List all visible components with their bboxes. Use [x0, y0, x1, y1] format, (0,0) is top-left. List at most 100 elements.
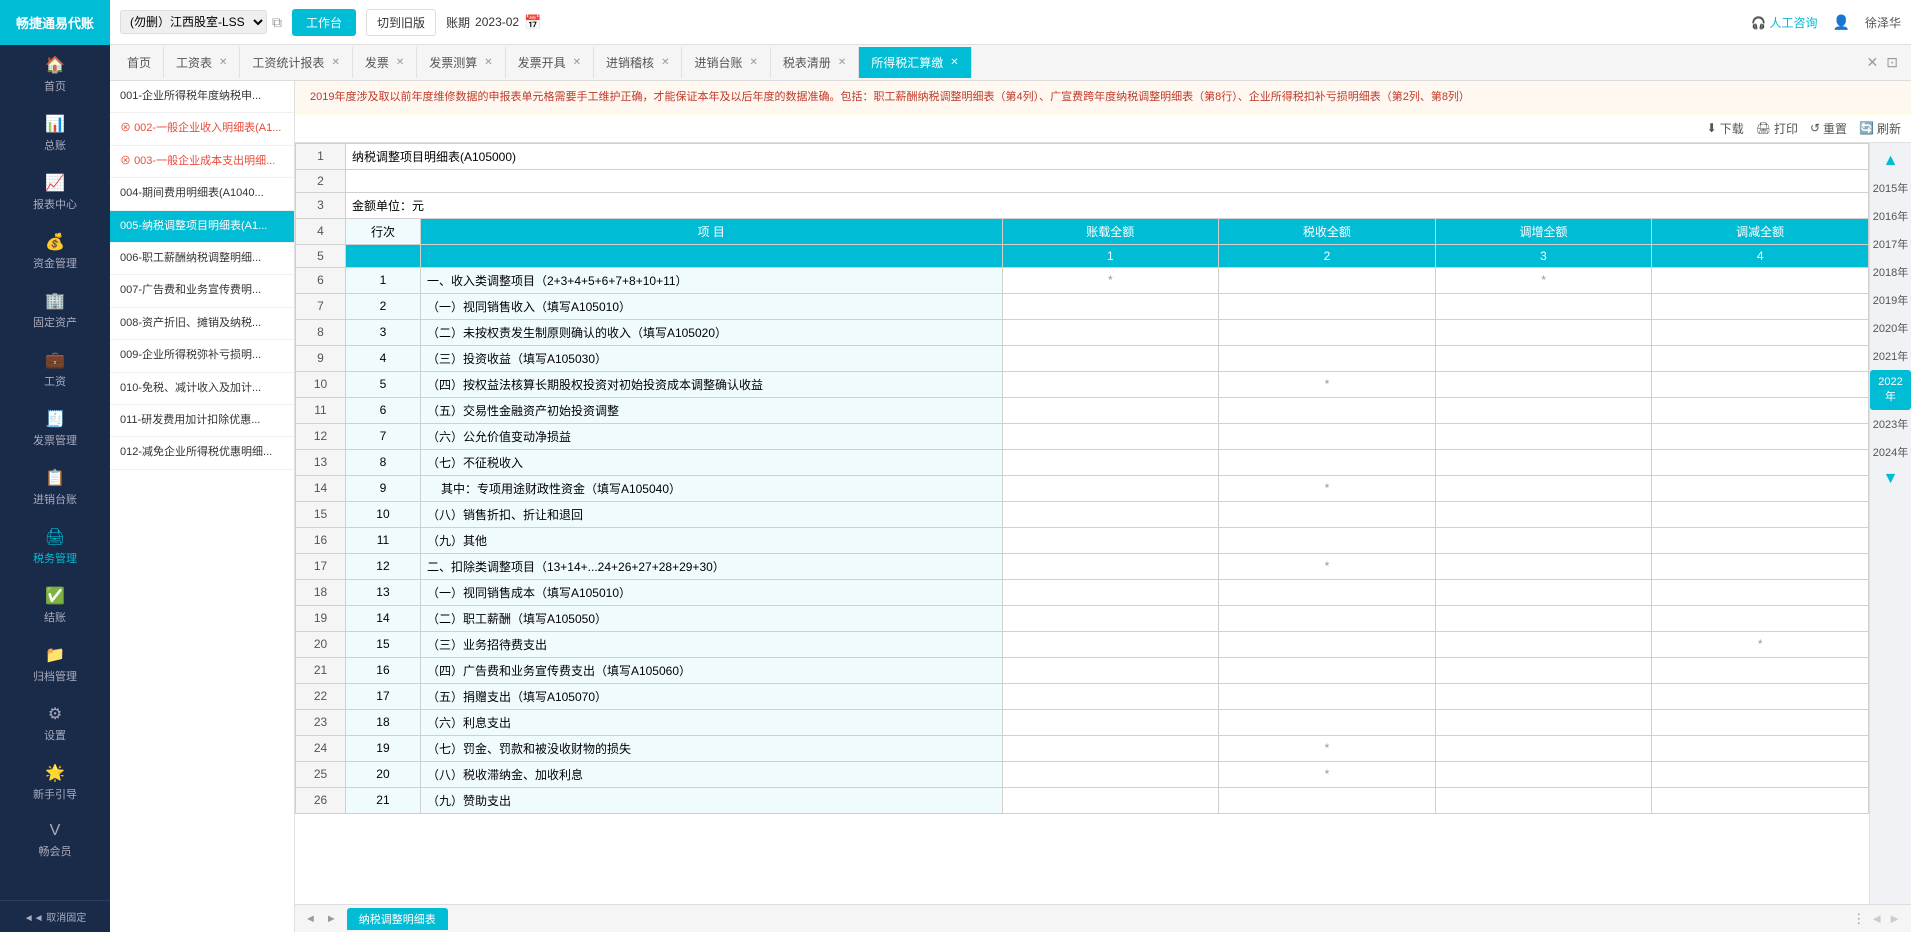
tab-tax-table[interactable]: 税表清册 ✕	[771, 47, 859, 78]
subheader-rownum: 5	[296, 244, 346, 267]
sidebar-label-settings: 设置	[44, 727, 66, 743]
expand-tabs[interactable]: ⊡	[1886, 54, 1898, 71]
salary-icon: 💼	[45, 350, 65, 370]
close-tab-invoice-open[interactable]: ✕	[573, 57, 581, 68]
close-tab-check[interactable]: ✕	[661, 57, 669, 68]
sidebar-item-assets[interactable]: 🏢 固定资产	[0, 281, 110, 340]
left-item-001[interactable]: 001-企业所得税年度纳税申...	[110, 81, 294, 113]
close-tab-income-tax[interactable]: ✕	[950, 57, 958, 68]
print-button[interactable]: 🖨 打印	[1756, 120, 1798, 137]
sidebar-item-reports[interactable]: 📈 报表中心	[0, 163, 110, 222]
close-tab-invoice-calc[interactable]: ✕	[484, 57, 492, 68]
year-2015[interactable]: 2015年	[1871, 174, 1910, 202]
year-down-button[interactable]: ▼	[1879, 466, 1903, 492]
tab-invoice-open[interactable]: 发票开具 ✕	[506, 47, 594, 78]
sidebar-item-salary[interactable]: 💼 工资	[0, 340, 110, 399]
sidebar-item-home[interactable]: 🏠 首页	[0, 45, 110, 104]
table-row: 18 13 （一）视同销售成本（填写A105010）	[296, 579, 1869, 605]
topbar: (勿删）江西股室-LSS ⧉ 工作台 切到旧版 账期 2023-02 📅 🎧 人…	[110, 0, 1911, 45]
close-tab-salary[interactable]: ✕	[219, 57, 227, 68]
sidebar-item-invoice[interactable]: 🧾 发票管理	[0, 399, 110, 458]
sidebar-item-settings[interactable]: ⚙ 设置	[0, 694, 110, 753]
left-item-007[interactable]: 007-广告费和业务宣传费明...	[110, 275, 294, 307]
year-2024[interactable]: 2024年	[1871, 438, 1910, 466]
app-logo: 畅捷通易代账	[0, 0, 110, 45]
sheet-scroll-left[interactable]: ⋮	[1852, 911, 1865, 927]
sidebar-label-invoice: 发票管理	[33, 432, 77, 448]
sheet-tab[interactable]: 纳税调整明细表	[347, 908, 448, 930]
year-2016[interactable]: 2016年	[1871, 202, 1910, 230]
refresh-button[interactable]: 🔄 刷新	[1859, 120, 1901, 137]
archive-icon: 📁	[45, 645, 65, 665]
tab-salary-report[interactable]: 工资统计报表 ✕	[240, 47, 352, 78]
tab-home[interactable]: 首页	[115, 47, 164, 78]
old-version-button[interactable]: 切到旧版	[366, 9, 436, 36]
settings-icon: ⚙	[48, 704, 62, 724]
close-tab-salary-report[interactable]: ✕	[331, 57, 339, 68]
left-item-010[interactable]: 010-免税、减计收入及加计...	[110, 373, 294, 405]
left-item-005[interactable]: 005-纳税调整项目明细表(A1...	[110, 211, 294, 243]
sidebar-item-tax[interactable]: 🖨 税务管理	[0, 517, 110, 576]
tab-income-tax[interactable]: 所得税汇算缴 ✕	[859, 47, 971, 78]
tab-check[interactable]: 进销稽核 ✕	[594, 47, 682, 78]
sidebar-item-purchase[interactable]: 📋 进销台账	[0, 458, 110, 517]
sidebar-item-close[interactable]: ✅ 结账	[0, 576, 110, 635]
workbench-button[interactable]: 工作台	[292, 9, 356, 36]
year-2023[interactable]: 2023年	[1871, 410, 1910, 438]
calendar-icon[interactable]: 📅	[524, 14, 541, 31]
sidebar-item-archive[interactable]: 📁 归档管理	[0, 635, 110, 694]
sheet-nav-prev[interactable]: ◄	[305, 913, 316, 925]
sheet-nav-next[interactable]: ►	[326, 913, 337, 925]
sidebar-item-finance[interactable]: 💰 资金管理	[0, 222, 110, 281]
sheet-scroll-right[interactable]: ►	[1888, 911, 1901, 926]
download-icon: ⬇	[1707, 121, 1717, 135]
tab-invoice[interactable]: 发票 ✕	[353, 47, 417, 78]
year-2019[interactable]: 2019年	[1871, 286, 1910, 314]
close-icon: ✅	[45, 586, 65, 606]
left-item-008[interactable]: 008-资产折旧、摊销及纳税...	[110, 308, 294, 340]
year-2021[interactable]: 2021年	[1871, 342, 1910, 370]
left-item-006[interactable]: 006-职工薪酬纳税调整明细...	[110, 243, 294, 275]
sidebar-item-vip[interactable]: V 畅会员	[0, 812, 110, 869]
print-icon: 🖨	[1756, 121, 1771, 135]
reset-button[interactable]: ↺ 重置	[1810, 120, 1847, 137]
year-2020[interactable]: 2020年	[1871, 314, 1910, 342]
close-tab-tax-table[interactable]: ✕	[838, 57, 846, 68]
sidebar-label-finance: 资金管理	[33, 255, 77, 271]
col-header-xiang: 项 目	[420, 218, 1002, 244]
customer-service-link[interactable]: 🎧 人工咨询	[1751, 14, 1817, 31]
company-dropdown[interactable]: (勿删）江西股室-LSS	[120, 10, 267, 34]
tab-invoice-calc[interactable]: 发票测算 ✕	[417, 47, 505, 78]
left-item-009[interactable]: 009-企业所得税弥补亏损明...	[110, 340, 294, 372]
unpin-button[interactable]: ◄◄ 取消固定	[0, 901, 110, 932]
table-row: 19 14 （二）职工薪酬（填写A105050）	[296, 605, 1869, 631]
topbar-right: 🎧 人工咨询 👤 徐泽华	[1751, 14, 1901, 31]
close-tab-purchase-ledger[interactable]: ✕	[749, 57, 757, 68]
table-row: 21 16 （四）广告费和业务宣传费支出（填写A105060）	[296, 657, 1869, 683]
col-header-col1: 账载全额	[1002, 218, 1219, 244]
year-2018[interactable]: 2018年	[1871, 258, 1910, 286]
username: 徐泽华	[1865, 14, 1901, 31]
guide-icon: 🌟	[45, 763, 65, 783]
close-tab-invoice[interactable]: ✕	[396, 57, 404, 68]
sidebar-item-guide[interactable]: 🌟 新手引导	[0, 753, 110, 812]
left-item-002[interactable]: 002-一般企业收入明细表(A1...	[110, 113, 294, 145]
year-2022[interactable]: 2022年	[1870, 370, 1911, 410]
sheet-bottom-bar: ◄ ► 纳税调整明细表 ⋮ ◄ ►	[295, 904, 1911, 932]
download-button[interactable]: ⬇ 下载	[1707, 120, 1744, 137]
table-row: 22 17 （五）捐赠支出（填写A105070）	[296, 683, 1869, 709]
year-2017[interactable]: 2017年	[1871, 230, 1910, 258]
col-header-rownum: 4	[296, 218, 346, 244]
sheet-wrapper[interactable]: 1 纳税调整项目明细表(A105000) 2 3	[295, 143, 1869, 905]
tab-salary[interactable]: 工资表 ✕	[164, 47, 240, 78]
sidebar-item-ledger[interactable]: 📊 总账	[0, 104, 110, 163]
sidebar-label-vip: 畅会员	[39, 843, 72, 859]
left-item-004[interactable]: 004-期间费用明细表(A1040...	[110, 178, 294, 210]
left-item-012[interactable]: 012-减免企业所得税优惠明细...	[110, 437, 294, 469]
sheet-title: 纳税调整项目明细表(A105000)	[345, 143, 1868, 169]
close-all-tabs[interactable]: ✕	[1867, 54, 1879, 71]
year-up-button[interactable]: ▲	[1879, 148, 1903, 174]
tab-purchase-ledger[interactable]: 进销台账 ✕	[682, 47, 770, 78]
left-item-003[interactable]: 003-一般企业成本支出明细...	[110, 146, 294, 178]
left-item-011[interactable]: 011-研发费用加计扣除优惠...	[110, 405, 294, 437]
